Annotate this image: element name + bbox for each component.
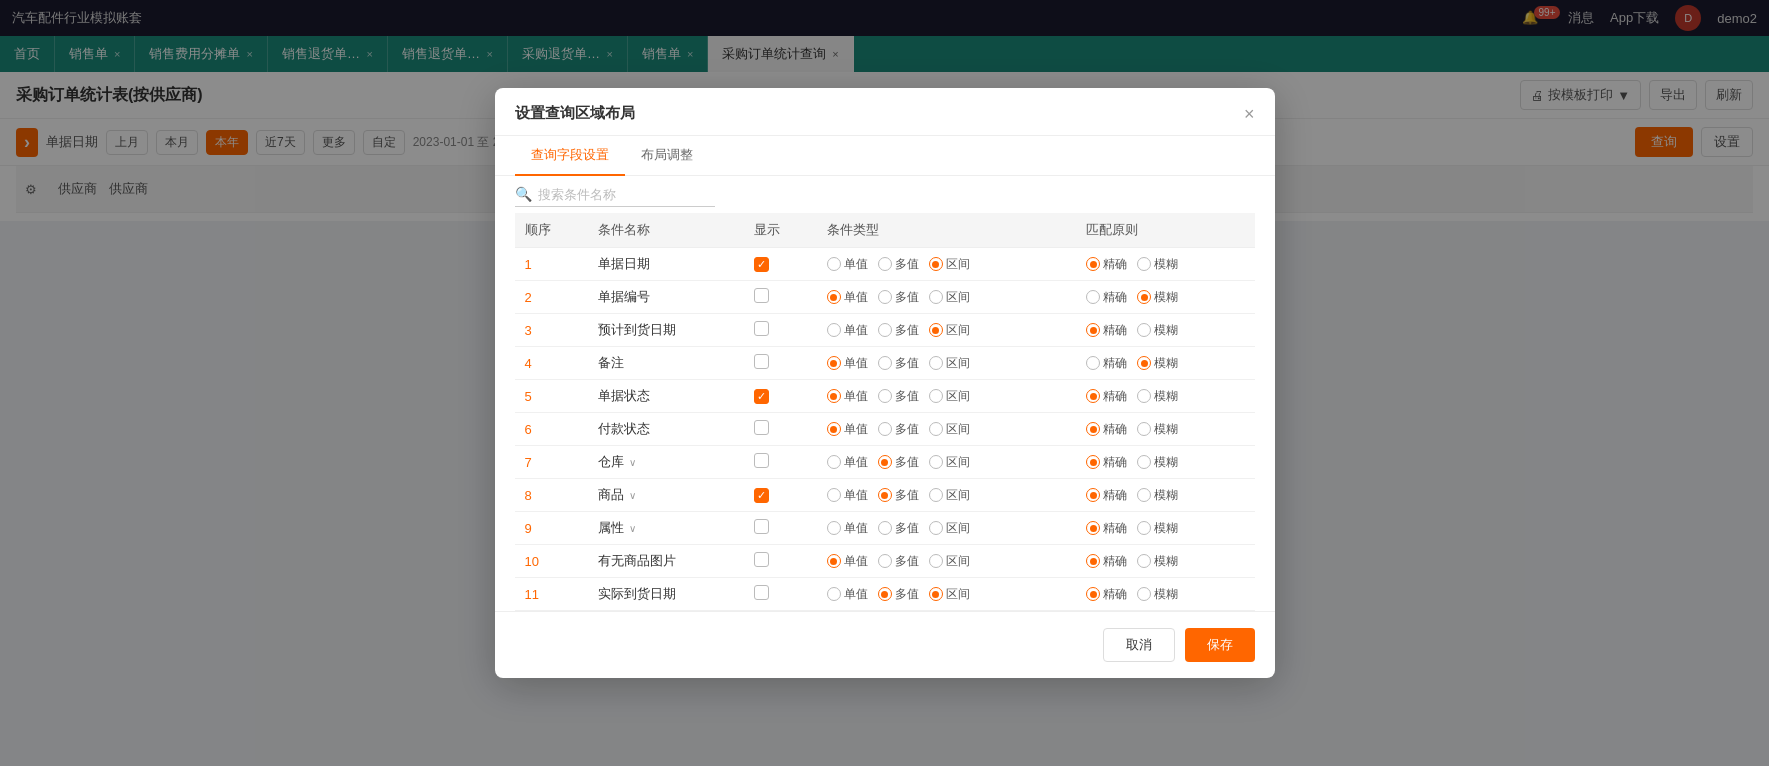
modal-overlay: 设置查询区域布局 × 查询字段设置 布局调整 🔍 顺序 <box>0 0 1769 221</box>
search-wrap: 🔍 <box>515 186 715 207</box>
col-header-show: 显示 <box>744 213 817 221</box>
settings-dialog: 设置查询区域布局 × 查询字段设置 布局调整 🔍 顺序 <box>495 88 1275 221</box>
tab-query-fields[interactable]: 查询字段设置 <box>515 136 625 176</box>
dialog-table-wrap: 顺序 条件名称 显示 条件类型 匹配原则 1单据日期 单值 多值 <box>515 213 1255 221</box>
tab-layout-adjust[interactable]: 布局调整 <box>625 136 709 176</box>
dialog-close-button[interactable]: × <box>1244 105 1255 123</box>
col-header-order: 顺序 <box>515 213 588 221</box>
dialog-title: 设置查询区域布局 <box>515 104 635 123</box>
search-icon: 🔍 <box>515 186 532 202</box>
search-input[interactable] <box>538 187 698 202</box>
col-header-type: 条件类型 <box>817 213 1076 221</box>
col-header-match: 匹配原则 <box>1076 213 1254 221</box>
dialog-tabs: 查询字段设置 布局调整 <box>495 136 1275 176</box>
col-header-name: 条件名称 <box>588 213 744 221</box>
dialog-search-area: 🔍 <box>495 176 1275 213</box>
conditions-table: 顺序 条件名称 显示 条件类型 匹配原则 1单据日期 单值 多值 <box>515 213 1255 221</box>
dialog-header: 设置查询区域布局 × <box>495 88 1275 136</box>
